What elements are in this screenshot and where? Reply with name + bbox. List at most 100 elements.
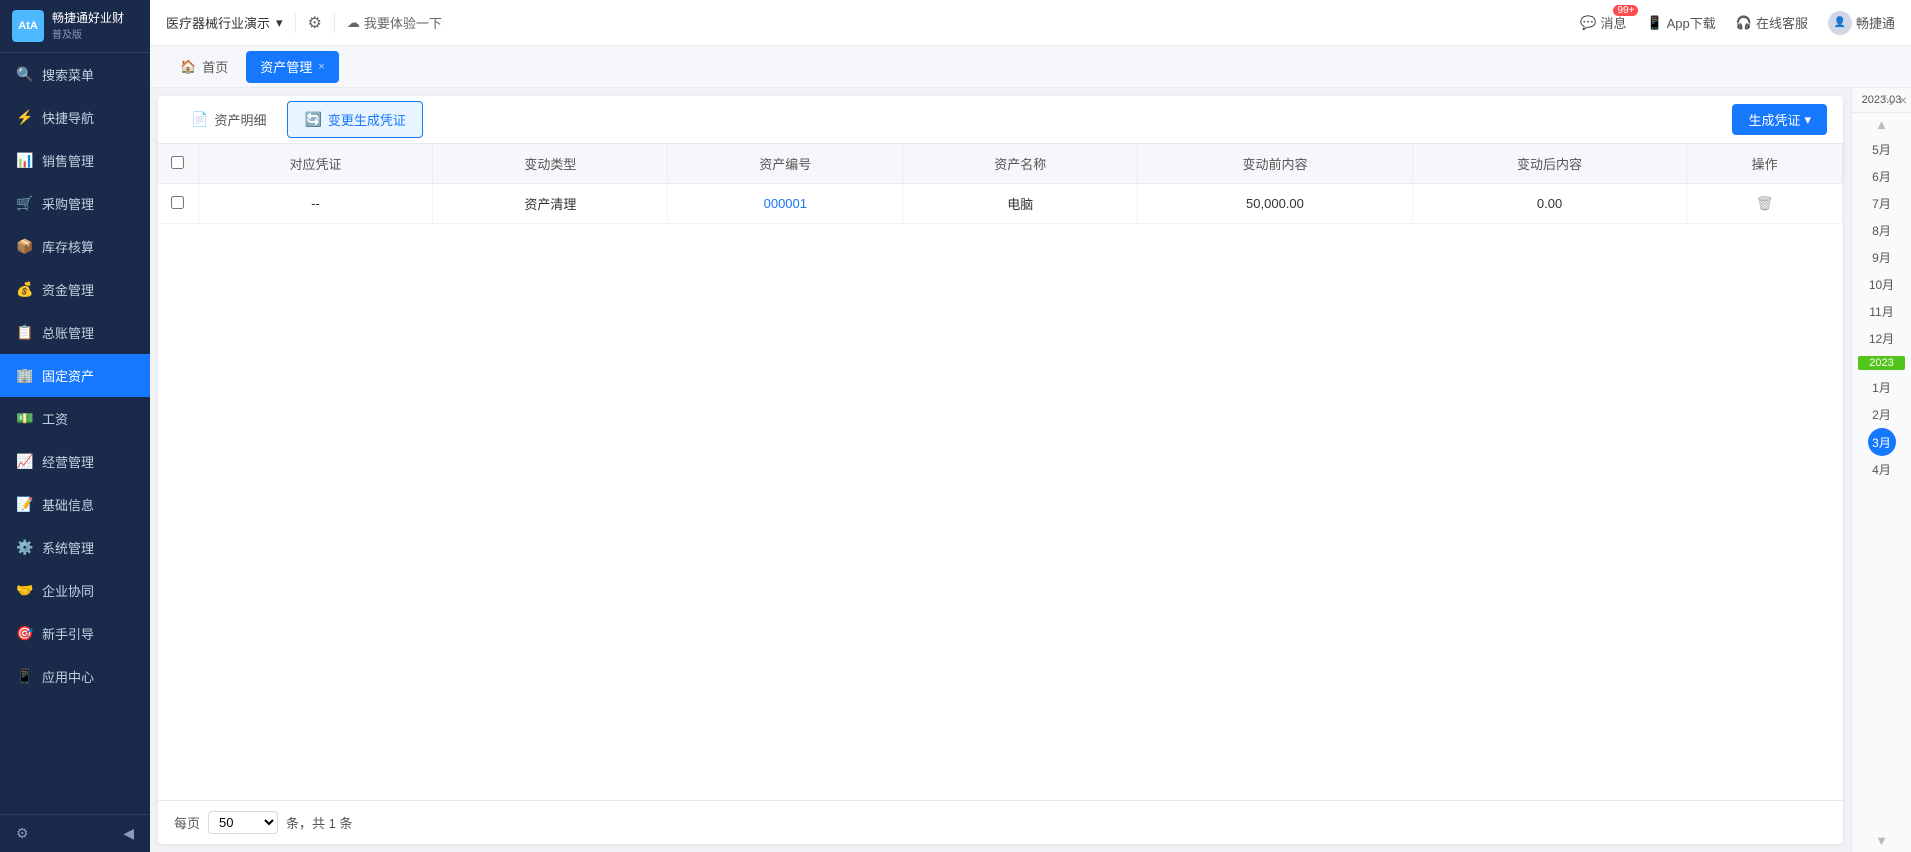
timeline-month-9[interactable]: 9月 <box>1852 244 1911 271</box>
timeline-month-12[interactable]: 12月 <box>1852 325 1911 352</box>
timeline-panel: 2023.03 ⤡ × ▲ 5月 6月 7月 8月 9月 10月 11月 12月… <box>1851 88 1911 852</box>
sidebar-item-sales[interactable]: 📊 销售管理 <box>0 139 150 182</box>
sidebar-bottom: ⚙ ◀ <box>0 814 150 852</box>
app-download-label: App下载 <box>1667 13 1716 32</box>
sidebar-item-operations[interactable]: 📈 经营管理 <box>0 440 150 483</box>
col-voucher: 对应凭证 <box>198 144 433 184</box>
timeline-month-1[interactable]: 1月 <box>1852 374 1911 401</box>
timeline-month-10[interactable]: 10月 <box>1852 271 1911 298</box>
app-download-icon: 📱 <box>1646 15 1662 31</box>
sidebar-item-quicknav[interactable]: ⚡ 快捷导航 <box>0 96 150 139</box>
timeline-month-11[interactable]: 11月 <box>1852 298 1911 325</box>
timeline-month-2[interactable]: 2月 <box>1852 401 1911 428</box>
timeline-month-4[interactable]: 4月 <box>1852 456 1911 483</box>
settings-icon[interactable]: ⚙ <box>308 13 322 33</box>
row-checkbox-cell <box>158 184 198 224</box>
generate-voucher-button[interactable]: 生成凭证 ▾ <box>1732 104 1827 135</box>
sidebar-item-label-basic-info: 基础信息 <box>42 495 94 514</box>
cell-asset-name: 电脑 <box>903 184 1138 224</box>
sidebar-item-label-search: 搜索菜单 <box>42 65 94 84</box>
logo-icon: AtA <box>12 10 44 42</box>
sidebar-item-cooperation[interactable]: 🤝 企业协同 <box>0 569 150 612</box>
sidebar-item-purchase[interactable]: 🛒 采购管理 <box>0 182 150 225</box>
guide-icon: 🎯 <box>16 625 34 643</box>
timeline-scroll-up[interactable]: ▲ <box>1852 113 1911 136</box>
fixed-assets-icon: 🏢 <box>16 367 34 385</box>
funds-icon: 💰 <box>16 281 34 299</box>
timeline-year-2023[interactable]: 2023 <box>1858 356 1905 370</box>
tab-asset-mgmt[interactable]: 资产管理 × <box>246 51 338 83</box>
message-btn[interactable]: 💬 消息 99+ <box>1580 13 1626 32</box>
timeline-month-8[interactable]: 8月 <box>1852 217 1911 244</box>
sidebar-item-app-center[interactable]: 📱 应用中心 <box>0 655 150 698</box>
company-name: 医疗器械行业演示 <box>166 13 270 32</box>
select-all-header <box>158 144 198 184</box>
experience-icon: ☁ <box>347 15 360 31</box>
subtab-change-voucher[interactable]: 🔄 变更生成凭证 <box>287 101 422 138</box>
customer-service-icon: 🎧 <box>1736 15 1752 31</box>
search-icon: 🔍 <box>16 66 34 84</box>
timeline-month-5[interactable]: 5月 <box>1852 136 1911 163</box>
sidebar-item-fixed-assets[interactable]: 🏢 固定资产 <box>0 354 150 397</box>
tab-close-icon[interactable]: × <box>318 61 324 73</box>
sidebar-item-basic-info[interactable]: 📝 基础信息 <box>0 483 150 526</box>
sidebar-item-label-inventory: 库存核算 <box>42 237 94 256</box>
row-checkbox[interactable] <box>171 196 184 209</box>
settings-bottom-icon[interactable]: ⚙ <box>16 825 29 842</box>
cell-asset-no[interactable]: 000001 <box>668 184 903 224</box>
timeline-months: 5月 6月 7月 8月 9月 10月 11月 12月 2023 1月 2月 3月… <box>1852 136 1911 829</box>
sidebar-item-label-guide: 新手引导 <box>42 624 94 643</box>
topbar-right: 💬 消息 99+ 📱 App下载 🎧 在线客服 👤 畅捷通 <box>1580 11 1895 35</box>
sidebar-item-salary[interactable]: 💵 工资 <box>0 397 150 440</box>
sidebar-item-inventory[interactable]: 📦 库存核算 <box>0 225 150 268</box>
subtab-change-voucher-label: 变更生成凭证 <box>328 110 406 129</box>
sidebar-item-system[interactable]: ⚙️ 系统管理 <box>0 526 150 569</box>
timeline-title: 2023.03 <box>1862 94 1902 106</box>
company-selector[interactable]: 医疗器械行业演示 ▾ <box>166 13 283 32</box>
page-size-select[interactable]: 20 50 100 <box>208 811 278 834</box>
customer-service-btn[interactable]: 🎧 在线客服 <box>1736 13 1808 32</box>
content-inner: 📄 资产明细 🔄 变更生成凭证 生成凭证 ▾ <box>158 96 1843 844</box>
cooperation-icon: 🤝 <box>16 582 34 600</box>
dropdown-icon: ▾ <box>276 15 283 31</box>
tab-home[interactable]: 🏠 首页 <box>166 51 242 83</box>
sidebar-item-label-funds: 资金管理 <box>42 280 94 299</box>
delete-button[interactable]: 🗑 <box>1756 195 1774 211</box>
cell-before: 50,000.00 <box>1138 184 1413 224</box>
timeline-close-icon[interactable]: × <box>1899 92 1907 108</box>
sidebar-item-label-purchase: 采购管理 <box>42 194 94 213</box>
subtab-asset-detail-label: 资产明细 <box>214 110 266 129</box>
sidebar-item-search[interactable]: 🔍 搜索菜单 <box>0 53 150 96</box>
asset-detail-icon: 📄 <box>191 111 208 128</box>
tabbar: 🏠 首页 资产管理 × <box>150 46 1911 88</box>
logo: AtA 畅捷通好业财 普及版 <box>0 0 150 53</box>
message-badge: 99+ <box>1613 5 1638 16</box>
col-change-type: 变动类型 <box>433 144 668 184</box>
topbar-divider <box>295 13 296 33</box>
subtab-asset-detail[interactable]: 📄 资产明细 <box>174 101 283 138</box>
subtab-bar: 📄 资产明细 🔄 变更生成凭证 生成凭证 ▾ <box>158 96 1843 144</box>
system-icon: ⚙️ <box>16 539 34 557</box>
sales-icon: 📊 <box>16 152 34 170</box>
experience-btn[interactable]: ☁ 我要体验一下 <box>347 13 442 32</box>
collapse-icon[interactable]: ◀ <box>123 825 134 842</box>
timeline-month-7[interactable]: 7月 <box>1852 190 1911 217</box>
message-icon: 💬 <box>1580 15 1596 31</box>
sidebar-item-guide[interactable]: 🎯 新手引导 <box>0 612 150 655</box>
sidebar: AtA 畅捷通好业财 普及版 🔍 搜索菜单 ⚡ 快捷导航 📊 销售管理 🛒 采购… <box>0 0 150 852</box>
table-header-row: 对应凭证 变动类型 资产编号 资产名称 变动前内容 变动后内容 操作 <box>158 144 1843 184</box>
data-table: 对应凭证 变动类型 资产编号 资产名称 变动前内容 变动后内容 操作 <box>158 144 1843 224</box>
select-all-checkbox[interactable] <box>171 156 184 169</box>
timeline-month-6[interactable]: 6月 <box>1852 163 1911 190</box>
customer-service-label: 在线客服 <box>1756 13 1808 32</box>
sidebar-item-ledger[interactable]: 📋 总账管理 <box>0 311 150 354</box>
app-download-btn[interactable]: 📱 App下载 <box>1646 13 1715 32</box>
ledger-icon: 📋 <box>16 324 34 342</box>
timeline-expand-icon[interactable]: ⤡ <box>1883 92 1893 108</box>
cell-change-type: 资产清理 <box>433 184 668 224</box>
logo-text: AtA <box>18 20 38 32</box>
timeline-month-3-current[interactable]: 3月 <box>1868 428 1896 456</box>
timeline-scroll-down[interactable]: ▼ <box>1852 829 1911 852</box>
user-menu[interactable]: 👤 畅捷通 <box>1828 11 1895 35</box>
sidebar-item-funds[interactable]: 💰 资金管理 <box>0 268 150 311</box>
